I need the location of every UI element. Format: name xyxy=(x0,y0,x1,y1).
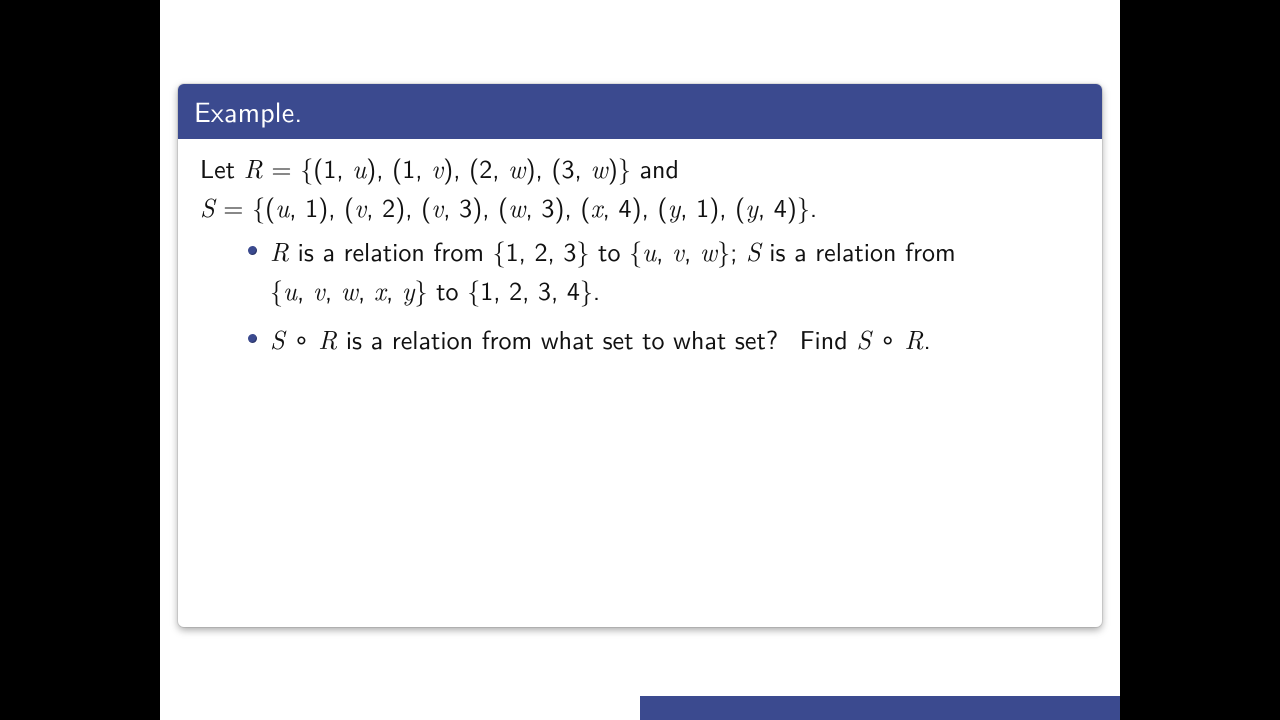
bullet-list: R is a relation from {1, 2, 3} to {u, v,… xyxy=(200,232,1080,358)
slide: Example. Let R = {(1, u), (1, v), (2, w)… xyxy=(160,0,1120,720)
intro-line-1: Let R = {(1, u), (1, v), (2, w), (3, w)}… xyxy=(200,149,679,187)
slide-stage: Example. Let R = {(1, u), (1, v), (2, w)… xyxy=(160,0,1120,720)
intro-line-2: S = {(u, 1), (v, 2), (v, 3), (w, 3), (x,… xyxy=(200,188,817,226)
footer-right xyxy=(640,696,1120,720)
block-body: Let R = {(1, u), (1, v), (2, w), (3, w)}… xyxy=(178,139,1102,627)
block-title: Example. xyxy=(178,84,1102,139)
intro-text: Let R = {(1, u), (1, v), (2, w), (3, w)}… xyxy=(200,149,1080,226)
example-block: Example. Let R = {(1, u), (1, v), (2, w)… xyxy=(178,84,1102,627)
list-item: S ∘ R is a relation from what set to wha… xyxy=(248,320,1080,359)
list-item: R is a relation from {1, 2, 3} to {u, v,… xyxy=(248,232,1080,309)
